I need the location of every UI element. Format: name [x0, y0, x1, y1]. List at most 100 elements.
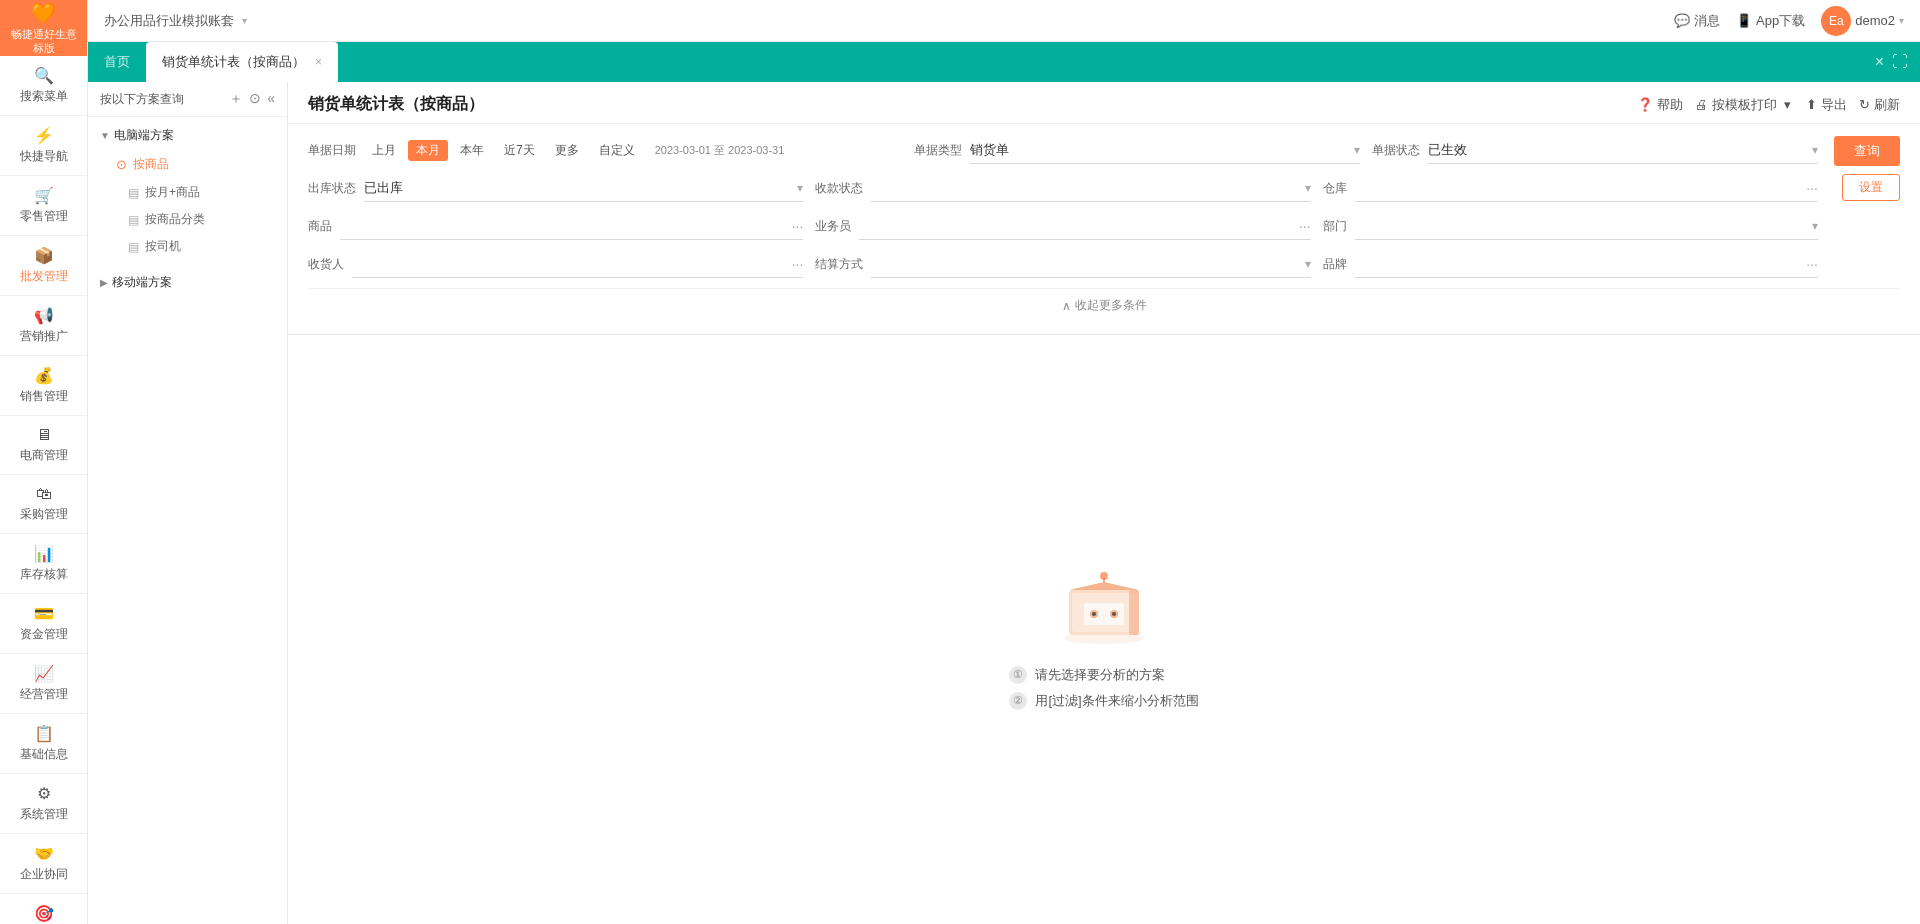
sidebar-item-label: 库存核算	[20, 566, 68, 583]
filter-row-4: 收货人 ··· 结算方式 ▾	[308, 250, 1818, 278]
date-tab-custom[interactable]: 自定义	[591, 140, 643, 161]
out-status-dropdown-icon[interactable]: ▾	[797, 181, 803, 195]
filter-item-label: 按商品	[133, 156, 169, 173]
date-tab-last-month[interactable]: 上月	[364, 140, 404, 161]
help-label: 帮助	[1657, 96, 1683, 114]
industry-dropdown-icon[interactable]: ▾	[242, 15, 247, 26]
help-button[interactable]: ❓ 帮助	[1637, 96, 1683, 114]
settlement-dropdown-icon[interactable]: ▾	[1305, 257, 1311, 271]
add-scheme-icon[interactable]: ＋	[229, 90, 243, 108]
receiver-dots-icon[interactable]: ···	[792, 256, 804, 272]
sidebar-item-system[interactable]: ⚙ 系统管理	[0, 774, 87, 834]
app-download-button[interactable]: 📱 App下载	[1736, 12, 1805, 30]
help-icon: ❓	[1637, 97, 1653, 112]
doc-status-dropdown-icon[interactable]: ▾	[1812, 143, 1818, 157]
filter-item-by-category[interactable]: ▤ 按商品分类	[88, 206, 287, 233]
tab-home[interactable]: 首页	[88, 42, 146, 82]
filter-field-dept: 部门 ▾	[1323, 212, 1818, 240]
filter-field-warehouse: 仓库 ···	[1323, 174, 1818, 202]
page-title: 销货单统计表（按商品）	[308, 94, 484, 115]
dept-dropdown-icon[interactable]: ▾	[1812, 219, 1818, 233]
export-button[interactable]: ⬆ 导出	[1806, 96, 1847, 114]
sidebar-item-marketing[interactable]: 📢 营销推广	[0, 296, 87, 356]
top-header: 办公用品行业模拟账套 ▾ 💬 消息 📱 App下载 Ea demo2 ▾	[88, 0, 1920, 42]
filter-item-by-driver[interactable]: ▤ 按司机	[88, 233, 287, 260]
salesperson-dots-icon[interactable]: ···	[1299, 218, 1311, 234]
date-tab-this-year[interactable]: 本年	[452, 140, 492, 161]
edit-scheme-icon[interactable]: ⊙	[249, 90, 261, 108]
warehouse-dots-icon[interactable]: ···	[1806, 180, 1818, 196]
filter-row-3: 商品 ··· 业务员 ···	[308, 212, 1818, 240]
dept-control: ▾	[1355, 212, 1818, 240]
sidebar-item-sales[interactable]: 💰 销售管理	[0, 356, 87, 416]
user-avatar: Ea	[1821, 6, 1851, 36]
page-content: 按以下方案查询 ＋ ⊙ « ▼ 电脑端方案 ⊙ 按商品 ▤ 按月+	[88, 82, 1920, 924]
brand-control: ···	[1355, 250, 1818, 278]
brand-dots-icon[interactable]: ···	[1806, 256, 1818, 272]
finance-icon: 💳	[34, 604, 54, 623]
sidebar-item-retail[interactable]: 🛒 零售管理	[0, 176, 87, 236]
dept-label: 部门	[1323, 218, 1347, 235]
refresh-button[interactable]: ↻ 刷新	[1859, 96, 1900, 114]
date-tab-this-month[interactable]: 本月	[408, 140, 448, 161]
right-action-buttons: 查询 设置	[1834, 136, 1900, 201]
export-icon: ⬆	[1806, 97, 1817, 112]
svg-point-12	[1100, 572, 1108, 580]
sidebar-item-basic[interactable]: 📋 基础信息	[0, 714, 87, 774]
filter-section-desktop: ▼ 电脑端方案 ⊙ 按商品 ▤ 按月+商品 ▤ 按商品分类 ▤ 按司机	[88, 117, 287, 264]
sidebar-item-ecommerce[interactable]: 🖥 电商管理	[0, 416, 87, 475]
enterprise-icon: 🤝	[34, 844, 54, 863]
doc-type-dropdown-icon[interactable]: ▾	[1354, 143, 1360, 157]
retail-icon: 🛒	[34, 186, 54, 205]
maximize-icon[interactable]: ⛶	[1892, 53, 1908, 71]
doc-type-label: 单据类型	[914, 142, 962, 159]
print-icon: 🖨	[1695, 97, 1708, 112]
user-profile[interactable]: Ea demo2 ▾	[1821, 6, 1904, 36]
doc-status-value: 已生效	[1428, 141, 1467, 159]
ecommerce-icon: 🖥	[36, 426, 52, 444]
main-area: 办公用品行业模拟账套 ▾ 💬 消息 📱 App下载 Ea demo2 ▾ 首页 …	[88, 0, 1920, 924]
empty-illustration	[1044, 550, 1164, 650]
sidebar-item-operation[interactable]: 📈 经营管理	[0, 654, 87, 714]
basic-icon: 📋	[34, 724, 54, 743]
doc-type-value: 销货单	[970, 141, 1009, 159]
sidebar-item-inventory[interactable]: 📊 库存核算	[0, 534, 87, 594]
mobile-section-title[interactable]: ▶ 移动端方案	[88, 268, 287, 297]
collapse-bar[interactable]: ∧ 收起更多条件	[308, 288, 1900, 322]
sidebar-item-purchase[interactable]: 🛍 采购管理	[0, 475, 87, 534]
filter-row-2: 出库状态 已出库 ▾ 收款状态 ▾	[308, 174, 1818, 202]
filter-rows-area: 单据日期 上月 本月 本年 近7天 更多 自定义	[308, 136, 1818, 288]
settlement-control: ▾	[871, 250, 1310, 278]
sidebar-item-quick-nav[interactable]: ⚡ 快捷导航	[0, 116, 87, 176]
sidebar-item-label: 系统管理	[20, 806, 68, 823]
sidebar-item-enterprise[interactable]: 🤝 企业协同	[0, 834, 87, 894]
date-tab-more[interactable]: 更多	[547, 140, 587, 161]
refresh-icon: ↻	[1859, 97, 1870, 112]
query-button[interactable]: 查询	[1834, 136, 1900, 166]
filter-item-by-month-goods[interactable]: ▤ 按月+商品	[88, 179, 287, 206]
print-dropdown-icon[interactable]: ▾	[1781, 97, 1794, 112]
goods-dots-icon[interactable]: ···	[792, 218, 804, 234]
desktop-section-title[interactable]: ▼ 电脑端方案	[88, 121, 287, 150]
message-button[interactable]: 💬 消息	[1674, 12, 1720, 30]
date-tab-7days[interactable]: 近7天	[496, 140, 543, 161]
filter-item-by-goods[interactable]: ⊙ 按商品	[88, 150, 287, 179]
sidebar-item-label: 快捷导航	[20, 148, 68, 165]
date-filter: 上月 本月 本年 近7天 更多 自定义 2023-03-01 至 2023-03…	[364, 140, 902, 161]
collapse-panel-icon[interactable]: «	[267, 90, 275, 108]
payment-status-dropdown-icon[interactable]: ▾	[1305, 181, 1311, 195]
print-button[interactable]: 🖨 按模板打印 ▾	[1695, 96, 1794, 114]
sidebar-item-finance[interactable]: 💳 资金管理	[0, 594, 87, 654]
sidebar-item-newbie[interactable]: 🎯 新手引导	[0, 894, 87, 924]
filter-panel: 按以下方案查询 ＋ ⊙ « ▼ 电脑端方案 ⊙ 按商品 ▤ 按月+	[88, 82, 288, 924]
setting-button[interactable]: 设置	[1842, 174, 1900, 201]
tab-close-icon[interactable]: ×	[315, 55, 322, 69]
sidebar-item-label: 批发管理	[20, 268, 68, 285]
scheme-icon: ▤	[128, 240, 139, 254]
doc-type-control: 销货单 ▾	[970, 136, 1360, 164]
minimize-icon[interactable]: ×	[1875, 53, 1884, 71]
tab-current[interactable]: 销货单统计表（按商品） ×	[146, 42, 338, 82]
sidebar-item-label: 搜索菜单	[20, 88, 68, 105]
sidebar-item-wholesale[interactable]: 📦 批发管理	[0, 236, 87, 296]
sidebar-item-search[interactable]: 🔍 搜索菜单	[0, 56, 87, 116]
